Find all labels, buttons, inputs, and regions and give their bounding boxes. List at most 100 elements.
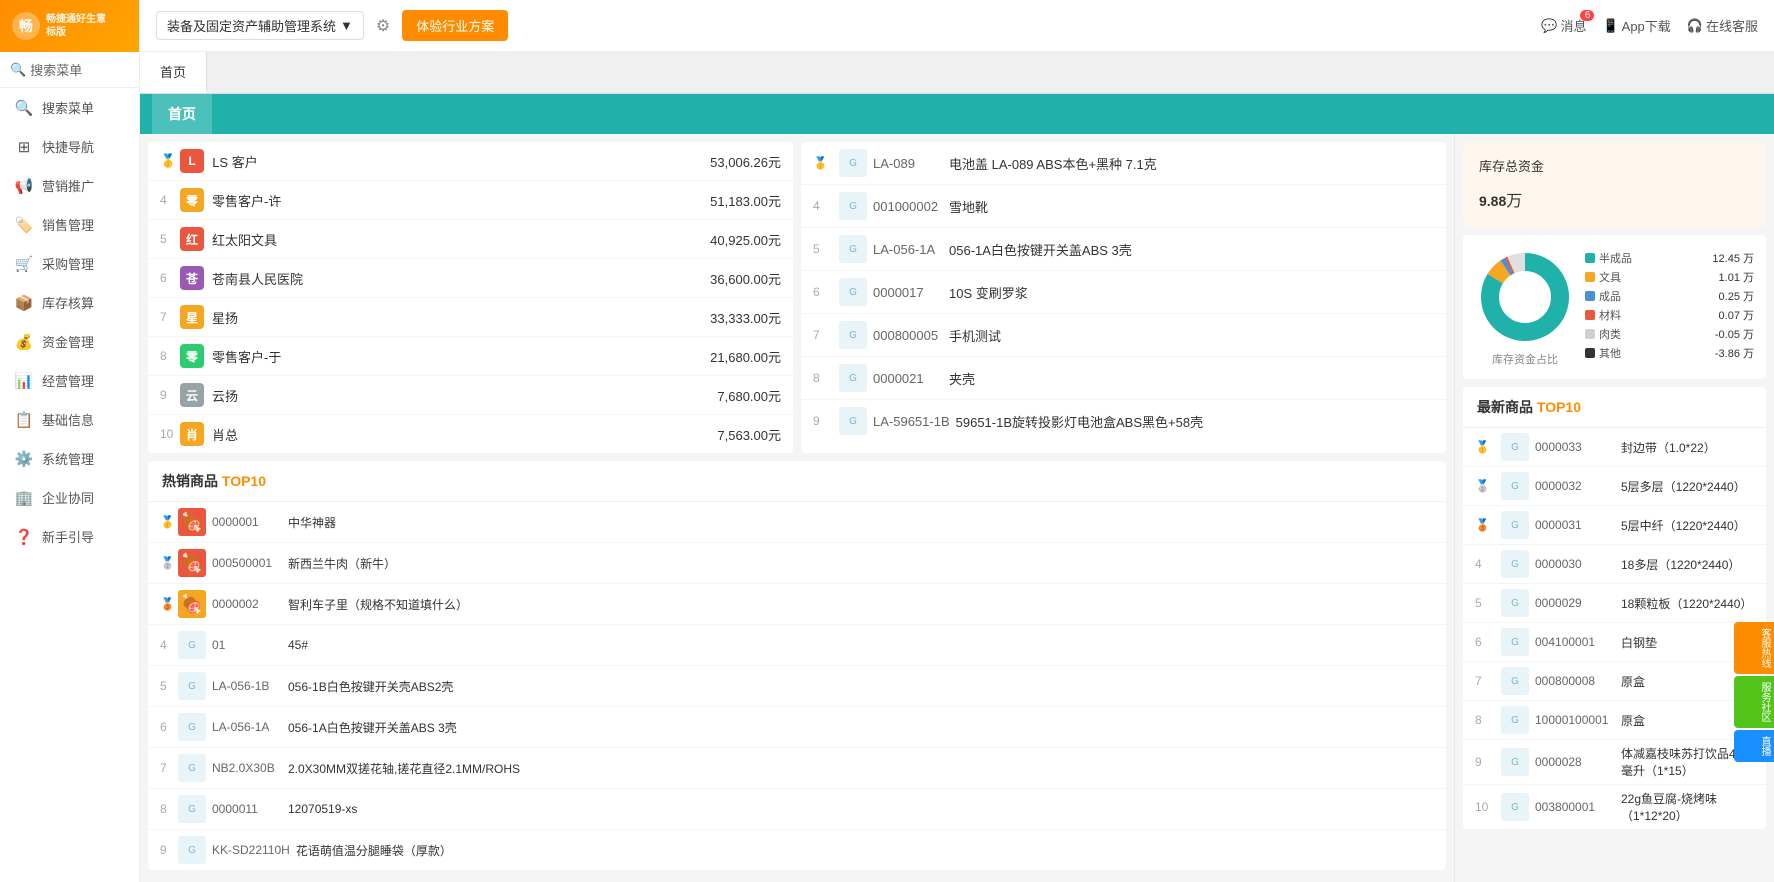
sidebar-item-company[interactable]: 🏢企业协同 [0, 478, 139, 517]
system-selector[interactable]: 装备及固定资产辅助管理系统 ▼ [156, 11, 364, 40]
sidebar-item-system[interactable]: ⚙️系统管理 [0, 439, 139, 478]
rank-display: 🥇 [813, 156, 835, 170]
product-code: 000800008 [1535, 674, 1615, 688]
hot-product-right-row: 9 G LA-59651-1B 59651-1B旋转投影灯电池盒ABS黑色+58… [801, 400, 1446, 442]
product-name: 5层中纤（1220*2440） [1621, 517, 1754, 534]
customer-badge: 红 [180, 227, 204, 251]
legend-label-text: 肉类 [1585, 326, 1715, 342]
product-code: LA-056-1B [212, 679, 282, 693]
system-icon: ⚙️ [14, 450, 34, 468]
page-tab-bar: 首页 [140, 52, 1774, 94]
sidebar-item-base-info[interactable]: 📋基础信息 [0, 400, 139, 439]
finance-icon: 💰 [14, 333, 34, 351]
product-img-placeholder: G [839, 192, 867, 220]
legend-value: -3.86 万 [1715, 345, 1754, 361]
hot-product-row: 🥉 🍖 0000002 智利车子里（规格不知道填什么） [148, 584, 1446, 625]
new-product-row: 🥇 G 0000033 封边带（1.0*22） [1463, 428, 1766, 467]
new-product-row: 8 G 10000100001 原盒 [1463, 701, 1766, 740]
top-panels-row: 🥇 L LS 客户 53,006.26元 4 零 零售客户-许 51,183.0… [148, 142, 1446, 453]
customer-badge: 零 [180, 188, 204, 212]
hot-product-row: 8 G 0000011 12070519-xs [148, 789, 1446, 830]
rank-display: 8 [160, 802, 178, 816]
teal-nav-home[interactable]: 首页 [152, 94, 212, 134]
hot-product-right-row: 8 G 0000021 夹壳 [801, 357, 1446, 400]
customer-name: 红太阳文具 [212, 230, 710, 249]
sidebar-item-quick-nav[interactable]: ⊞快捷导航 [0, 127, 139, 166]
customer-ranking-row: 4 零 零售客户-许 51,183.00元 [148, 181, 793, 220]
customer-amount: 33,333.00元 [710, 308, 781, 327]
gear-button[interactable]: ⚙ [376, 16, 390, 36]
product-code: 0000021 [873, 371, 943, 386]
tab-home[interactable]: 首页 [140, 52, 207, 93]
rank-num: 8 [160, 349, 180, 363]
product-code: NB2.0X30B [212, 761, 282, 775]
sidebar-item-sales[interactable]: 🏷️销售管理 [0, 205, 139, 244]
product-name: 新西兰牛肉（新牛） [288, 555, 1434, 572]
legend-label-text: 其他 [1585, 345, 1715, 361]
hot-product-right-row: 7 G 000800005 手机测试 [801, 314, 1446, 357]
product-code: LA-056-1A [873, 242, 943, 257]
legend-item: 材料 0.07 万 [1585, 307, 1754, 323]
customer-name: 云扬 [212, 386, 717, 405]
sidebar-item-inventory[interactable]: 📦库存核算 [0, 283, 139, 322]
product-name: 智利车子里（规格不知道填什么） [288, 596, 1434, 613]
customer-ranking-row: 10 肖 肖总 7,563.00元 [148, 415, 793, 453]
product-img-placeholder: G [1501, 793, 1529, 821]
logo-text: 畅捷通好生意 标版 [46, 13, 106, 39]
chart-card: 库存资金占比 半成品 12.45 万 文具 1.01 万 成品 0.25 万 材… [1463, 235, 1766, 379]
float-btn-service[interactable]: 客服热线 [1734, 622, 1774, 674]
sidebar-item-guide[interactable]: ❓新手引导 [0, 517, 139, 556]
logo-icon: 畅 [12, 12, 40, 40]
customer-ranking-row: 8 零 零售客户-于 21,680.00元 [148, 337, 793, 376]
float-btn-live[interactable]: 直播 [1734, 730, 1774, 762]
sidebar-label-marketing: 营销推广 [42, 176, 94, 195]
legend-label-text: 成品 [1585, 288, 1719, 304]
trial-button[interactable]: 体验行业方案 [402, 10, 508, 41]
customer-amount: 7,680.00元 [717, 386, 781, 405]
logo-line2: 标版 [46, 26, 106, 39]
legend-list: 半成品 12.45 万 文具 1.01 万 成品 0.25 万 材料 0.07 … [1585, 250, 1754, 364]
sidebar-item-finance[interactable]: 💰资金管理 [0, 322, 139, 361]
app-logo: 畅 畅捷通好生意 标版 [0, 0, 139, 52]
legend-item: 其他 -3.86 万 [1585, 345, 1754, 361]
product-img-placeholder: G [1501, 433, 1529, 461]
sidebar-search[interactable]: 🔍 搜索菜单 [0, 52, 139, 88]
product-code: 0000001 [212, 515, 282, 529]
customer-amount: 36,600.00元 [710, 269, 781, 288]
product-img: 🍖 [178, 549, 206, 577]
float-btn-community[interactable]: 服务社区 [1734, 676, 1774, 728]
rank-display: 6 [813, 285, 835, 299]
product-name: 18颗粒板（1220*2440） [1621, 595, 1754, 612]
new-product-row: 6 G 004100001 白钢垫 [1463, 623, 1766, 662]
rank-num: 8 [1475, 713, 1497, 727]
app-download-button[interactable]: 📱 App下载 [1602, 16, 1670, 35]
customer-amount: 51,183.00元 [710, 191, 781, 210]
sidebar-item-marketing[interactable]: 📢 营销推广 [0, 166, 139, 205]
legend-item: 肉类 -0.05 万 [1585, 326, 1754, 342]
sidebar-item-search[interactable]: 🔍搜索菜单 [0, 88, 139, 127]
customer-amount: 53,006.26元 [710, 152, 781, 171]
legend-label-text: 半成品 [1585, 250, 1712, 266]
customer-badge: 肖 [180, 422, 204, 446]
product-name: 056-1A白色按键开关盖ABS 3壳 [288, 719, 1434, 736]
marketing-icon: 📢 [14, 177, 34, 195]
hot-product-row: 🥈 🍖 000500001 新西兰牛肉（新牛） [148, 543, 1446, 584]
rank-num: 🥉 [1475, 518, 1497, 532]
product-code: 0000011 [212, 802, 282, 816]
search-icon: 🔍 [14, 99, 34, 117]
product-code: LA-089 [873, 156, 943, 171]
product-code: 0000002 [212, 597, 282, 611]
message-button[interactable]: 💬 消息 6 [1541, 16, 1586, 35]
product-img-placeholder: G [1501, 550, 1529, 578]
rank-display: 5 [160, 679, 178, 693]
product-code: 0000030 [1535, 557, 1615, 571]
sidebar-item-business[interactable]: 📊经营管理 [0, 361, 139, 400]
rank-display: 6 [160, 720, 178, 734]
hot-product-row: 9 G KK-SD22110H 花语萌值温分腿睡袋（厚款） [148, 830, 1446, 870]
legend-item: 文具 1.01 万 [1585, 269, 1754, 285]
legend-item: 成品 0.25 万 [1585, 288, 1754, 304]
online-service-button[interactable]: 🎧 在线客服 [1687, 16, 1758, 35]
sidebar-item-purchase[interactable]: 🛒采购管理 [0, 244, 139, 283]
rank-display: 4 [160, 638, 178, 652]
product-code: 0000017 [873, 285, 943, 300]
